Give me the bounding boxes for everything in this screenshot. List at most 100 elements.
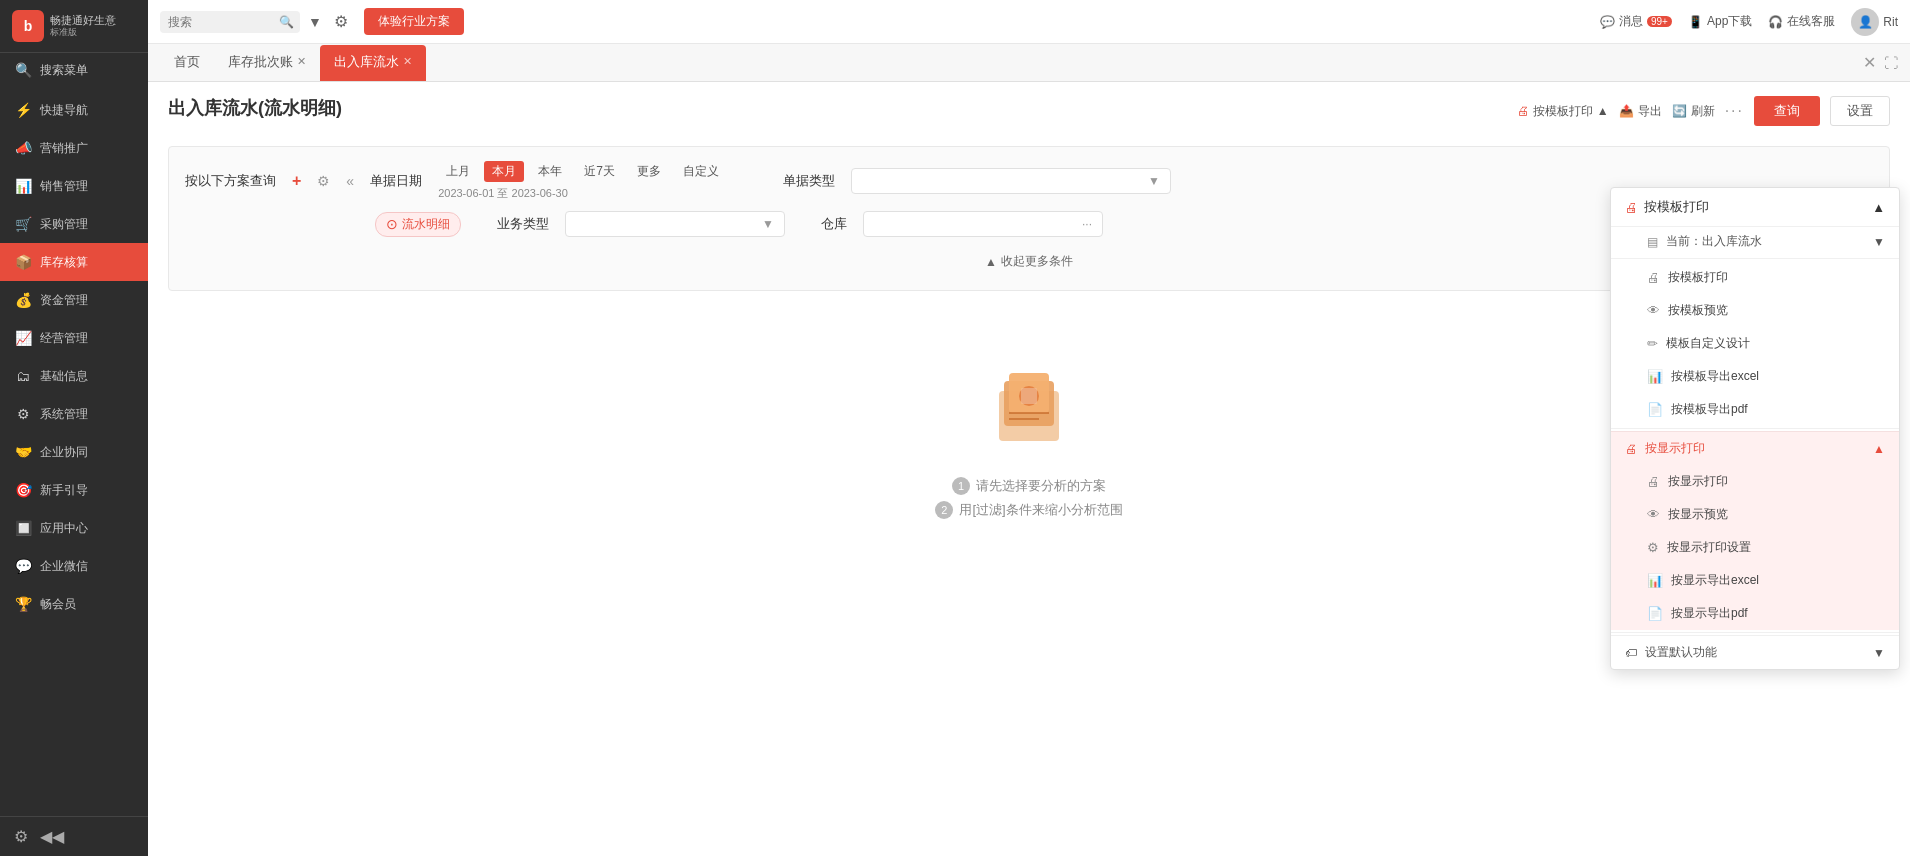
print-panel-collapse-icon[interactable]: ▲ — [1872, 200, 1885, 215]
sidebar-item-marketing[interactable]: 📣 营销推广 — [0, 129, 148, 167]
newbie-icon: 🎯 — [14, 481, 32, 499]
header-dropdown-icon[interactable]: ▼ — [308, 14, 322, 30]
date-btn-last-month[interactable]: 上月 — [438, 161, 478, 182]
sidebar-item-label: 系统管理 — [40, 406, 88, 423]
app-download-btn[interactable]: 📱 App下载 — [1688, 13, 1752, 30]
sidebar-item-label: 采购管理 — [40, 216, 88, 233]
settings-bottom-icon[interactable]: ⚙ — [14, 827, 28, 846]
settings-btn[interactable]: 设置 — [1830, 96, 1890, 126]
display-section-icon: 🖨 — [1625, 442, 1637, 456]
tab-home[interactable]: 首页 — [160, 45, 214, 81]
empty-tip-2: 2 用[过滤]条件来缩小分析范围 — [935, 501, 1122, 519]
display-print-item[interactable]: 🖨 按显示打印 — [1611, 465, 1899, 498]
sidebar-search[interactable]: 🔍 搜索菜单 — [0, 53, 148, 87]
date-btn-more[interactable]: 更多 — [629, 161, 669, 182]
warehouse-select[interactable]: ··· — [863, 211, 1103, 237]
template-excel-item[interactable]: 📊 按模板导出excel — [1611, 360, 1899, 393]
tab-flow-label: 出入库流水 — [334, 53, 399, 71]
display-preview-icon: 👁 — [1647, 507, 1660, 522]
more-options-btn[interactable]: ··· — [1725, 102, 1744, 120]
sidebar-item-enterprise[interactable]: 🤝 企业协同 — [0, 433, 148, 471]
collapse-up-icon: ▲ — [985, 255, 997, 269]
messages-badge: 99+ — [1647, 16, 1672, 27]
apps-icon: 🔲 — [14, 519, 32, 537]
refresh-btn[interactable]: 🔄 刷新 — [1672, 103, 1715, 120]
logo-text: 畅捷通好生意 标准版 — [50, 13, 116, 39]
filter-settings-icon[interactable]: ⚙ — [317, 173, 330, 189]
tab-batch-account-close[interactable]: ✕ — [297, 55, 306, 68]
print-template-btn[interactable]: 🖨 按模板打印 ▲ — [1517, 103, 1609, 120]
set-default-btn[interactable]: 🏷 设置默认功能 ▼ — [1611, 635, 1899, 669]
template-customize-item[interactable]: ✏ 模板自定义设计 — [1611, 327, 1899, 360]
collapse-sidebar-icon[interactable]: ◀◀ — [40, 827, 64, 846]
expand-window-btn[interactable]: ⛶ — [1884, 55, 1898, 71]
display-pdf-item[interactable]: 📄 按显示导出pdf — [1611, 597, 1899, 630]
online-service-icon: 🎧 — [1768, 15, 1783, 29]
business-type-select[interactable]: ▼ — [565, 211, 785, 237]
display-print-icon: 🖨 — [1647, 474, 1660, 489]
template-pdf-item[interactable]: 📄 按模板导出pdf — [1611, 393, 1899, 426]
sidebar-item-inventory[interactable]: 📦 库存核算 — [0, 243, 148, 281]
date-btn-7days[interactable]: 近7天 — [576, 161, 623, 182]
panel-divider-3 — [1611, 632, 1899, 633]
sidebar-item-apps[interactable]: 🔲 应用中心 — [0, 509, 148, 547]
template-print-item[interactable]: 🖨 按模板打印 — [1611, 261, 1899, 294]
date-btn-custom[interactable]: 自定义 — [675, 161, 727, 182]
sidebar-item-member[interactable]: 🏆 畅会员 — [0, 585, 148, 623]
filter-add-btn[interactable]: + — [292, 172, 301, 190]
user-name: Rit — [1883, 15, 1898, 29]
sidebar-item-operations[interactable]: 📈 经营管理 — [0, 319, 148, 357]
empty-tip-2-text: 用[过滤]条件来缩小分析范围 — [959, 501, 1122, 519]
flow-detail-tag[interactable]: ⊙ 流水明细 — [375, 212, 461, 237]
sidebar-item-basic[interactable]: 🗂 基础信息 — [0, 357, 148, 395]
sidebar-item-purchase[interactable]: 🛒 采购管理 — [0, 205, 148, 243]
sidebar-item-wechat[interactable]: 💬 企业微信 — [0, 547, 148, 585]
search-icon: 🔍 — [14, 61, 32, 79]
tab-flow-close[interactable]: ✕ — [403, 55, 412, 68]
filter-schema-label: 按以下方案查询 — [185, 172, 276, 190]
industry-btn[interactable]: 体验行业方案 — [364, 8, 464, 35]
template-preview-item[interactable]: 👁 按模板预览 — [1611, 294, 1899, 327]
sidebar-item-system[interactable]: ⚙ 系统管理 — [0, 395, 148, 433]
sidebar-item-finance[interactable]: 💰 资金管理 — [0, 281, 148, 319]
sidebar-item-label: 新手引导 — [40, 482, 88, 499]
messages-label: 消息 — [1619, 13, 1643, 30]
tab-bar-right: ✕ ⛶ — [1863, 53, 1898, 72]
date-btn-this-month[interactable]: 本月 — [484, 161, 524, 182]
messages-btn[interactable]: 💬 消息 99+ — [1600, 13, 1672, 30]
current-chevron-icon: ▼ — [1873, 235, 1885, 249]
collapse-filter-btn[interactable]: ▲ 收起更多条件 — [979, 247, 1079, 276]
query-btn[interactable]: 查询 — [1754, 96, 1820, 126]
bill-type-dropdown-icon: ▼ — [1148, 174, 1160, 188]
message-icon: 💬 — [1600, 15, 1615, 29]
sidebar-item-sales[interactable]: 📊 销售管理 — [0, 167, 148, 205]
tab-batch-account[interactable]: 库存批次账 ✕ — [214, 45, 320, 81]
quick-nav-icon: ⚡ — [14, 101, 32, 119]
template-excel-label: 按模板导出excel — [1671, 368, 1759, 385]
display-excel-item[interactable]: 📊 按显示导出excel — [1611, 564, 1899, 597]
header-gear-icon[interactable]: ⚙ — [334, 12, 348, 31]
tab-flow[interactable]: 出入库流水 ✕ — [320, 45, 426, 81]
sidebar-item-quick-nav[interactable]: ⚡ 快捷导航 — [0, 91, 148, 129]
display-preview-item[interactable]: 👁 按显示预览 — [1611, 498, 1899, 531]
user-avatar-area[interactable]: 👤 Rit — [1851, 8, 1898, 36]
online-service-btn[interactable]: 🎧 在线客服 — [1768, 13, 1835, 30]
sidebar-item-newbie[interactable]: 🎯 新手引导 — [0, 471, 148, 509]
date-btn-this-year[interactable]: 本年 — [530, 161, 570, 182]
set-default-label: 设置默认功能 — [1645, 644, 1717, 661]
svg-rect-4 — [1021, 388, 1037, 404]
bill-type-select[interactable]: ▼ — [851, 168, 1171, 194]
display-section-header[interactable]: 🖨 按显示打印 ▲ — [1611, 431, 1899, 465]
date-range-selector: 上月 本月 本年 近7天 更多 自定义 2023-06-01 至 2023-06… — [438, 161, 727, 201]
export-btn[interactable]: 📤 导出 — [1619, 103, 1662, 120]
basic-icon: 🗂 — [14, 367, 32, 385]
header-right: 💬 消息 99+ 📱 App下载 🎧 在线客服 👤 Rit — [1600, 8, 1898, 36]
sidebar-item-label: 基础信息 — [40, 368, 88, 385]
filter-collapse-icon[interactable]: « — [346, 173, 354, 189]
display-settings-label: 按显示打印设置 — [1667, 539, 1751, 556]
close-window-btn[interactable]: ✕ — [1863, 53, 1876, 72]
collapse-label: 收起更多条件 — [1001, 253, 1073, 270]
sidebar-item-label: 畅会员 — [40, 596, 76, 613]
app-download-label: App下载 — [1707, 13, 1752, 30]
display-settings-item[interactable]: ⚙ 按显示打印设置 — [1611, 531, 1899, 564]
